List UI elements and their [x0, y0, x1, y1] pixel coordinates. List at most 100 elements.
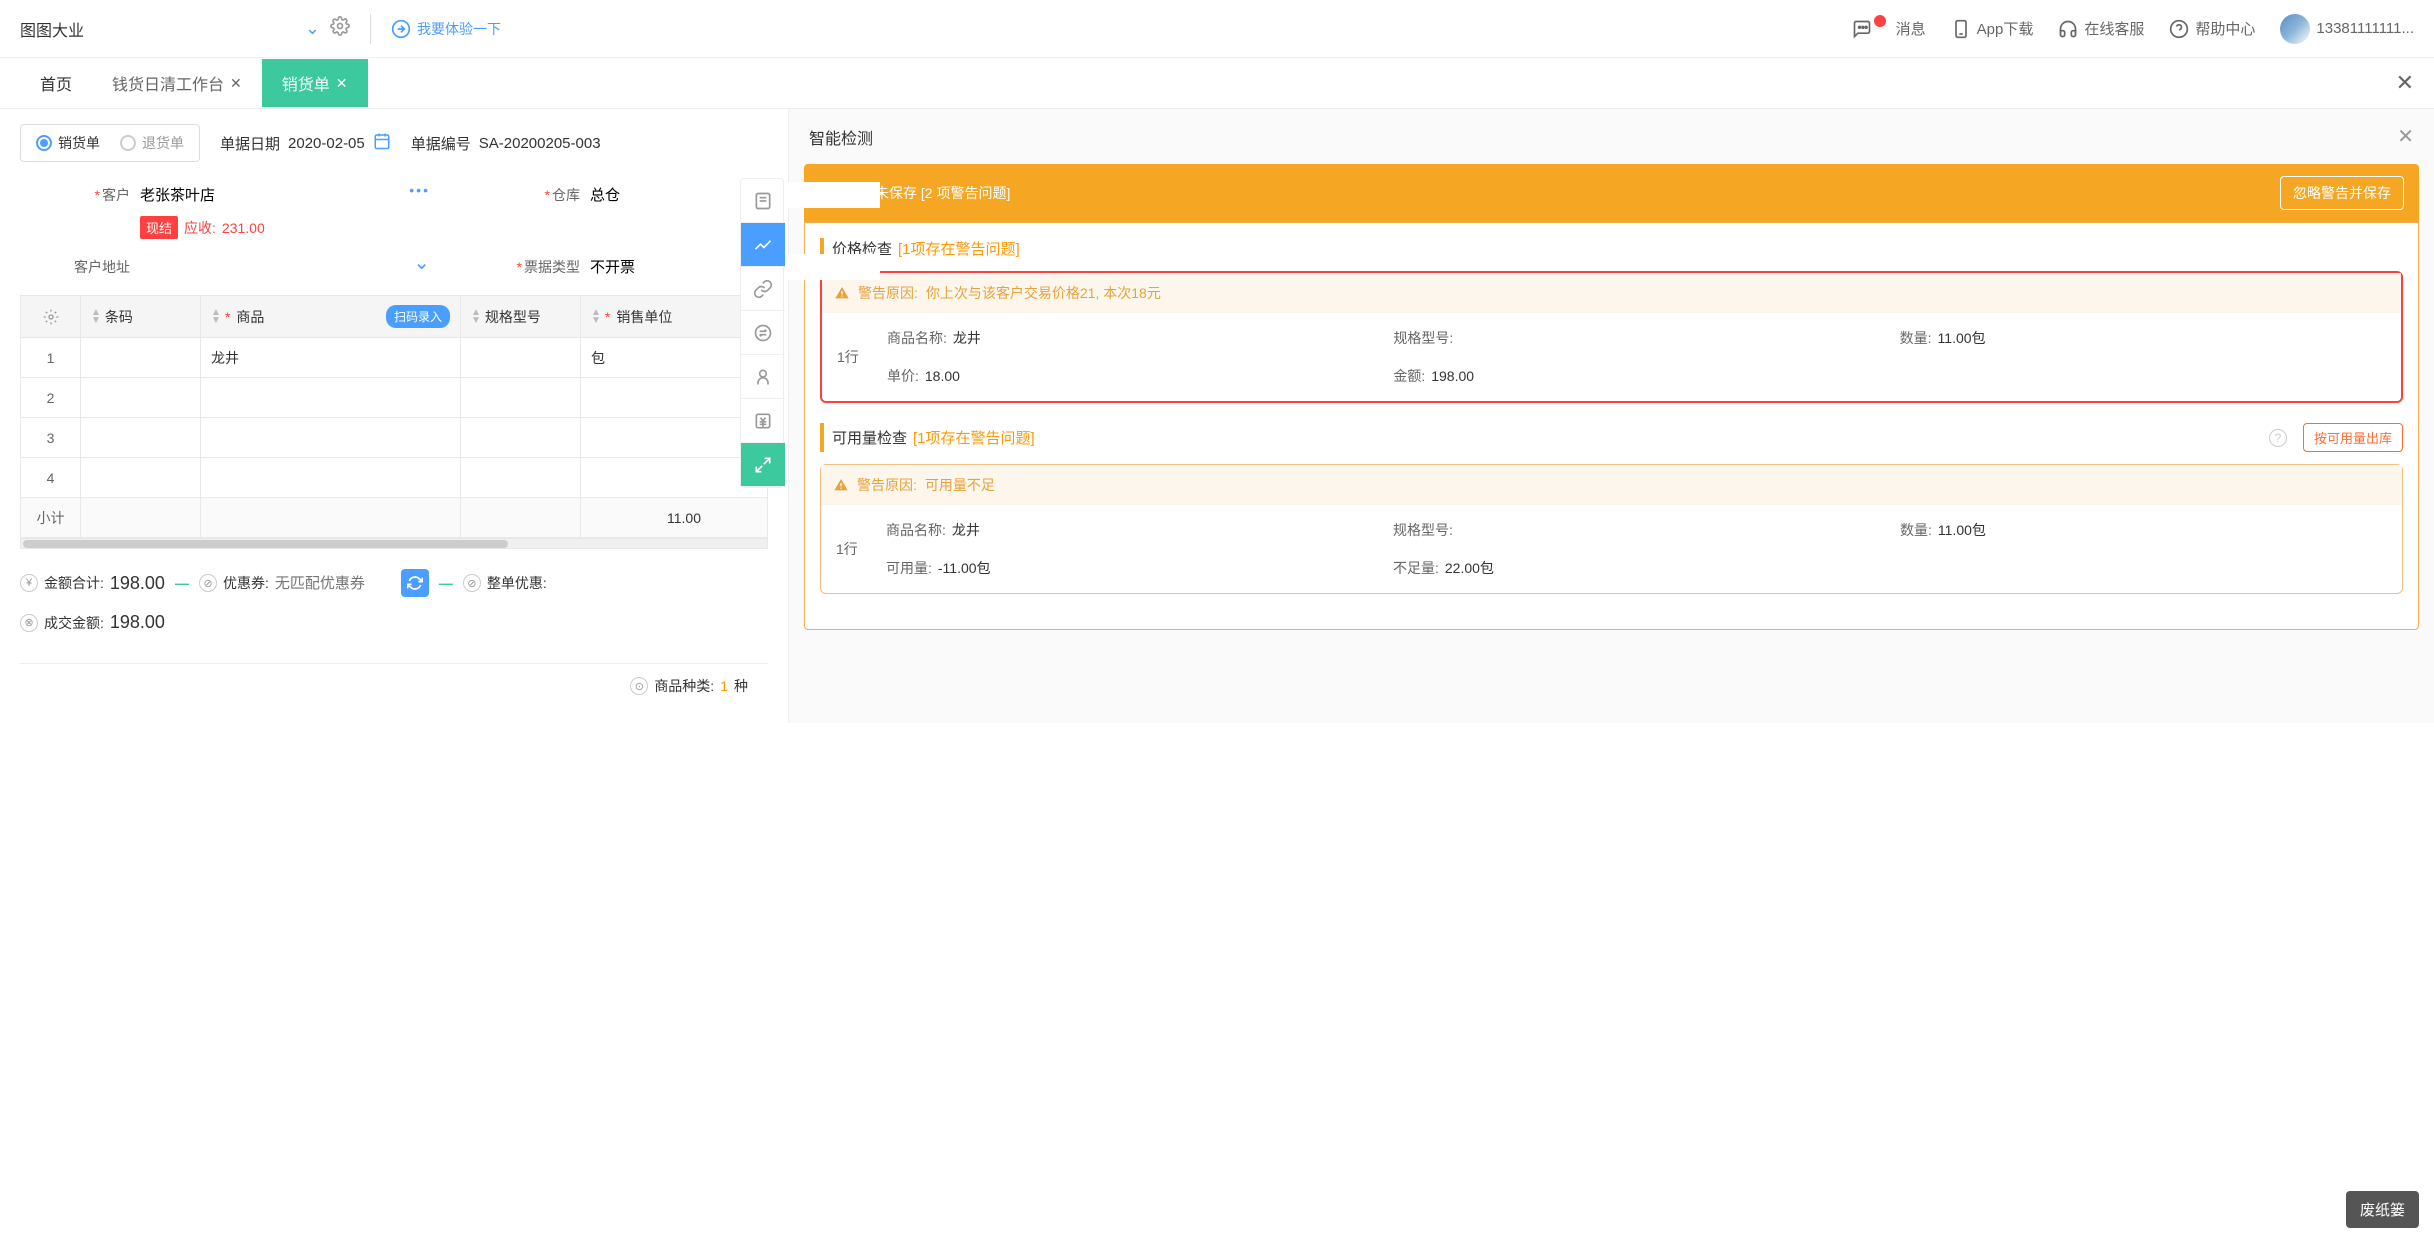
ignore-save-button[interactable]: 忽略警告并保存: [2280, 176, 2404, 210]
online-service-link[interactable]: 在线客服: [2058, 18, 2144, 39]
main-content: 销货单 退货单 单据日期 2020-02-05 单据编号 SA-20200205…: [0, 108, 2434, 723]
username-label: 13381111111...: [2316, 20, 2414, 37]
warehouse-input[interactable]: [590, 182, 880, 208]
table-row[interactable]: 1 龙井 包: [21, 338, 767, 378]
strip-exchange-icon[interactable]: [741, 311, 785, 355]
strip-doc-icon[interactable]: [741, 179, 785, 223]
detail-spec: 规格型号:: [1393, 520, 1880, 540]
receivable-label: 应收:: [184, 218, 216, 238]
strip-expand-icon[interactable]: [741, 443, 785, 487]
calendar-icon[interactable]: [373, 132, 391, 154]
notification-badge-icon: [1874, 15, 1886, 27]
customer-label: *客户: [20, 185, 140, 205]
warning-reason: 警告原因: 你上次与该客户交易价格21, 本次18元: [822, 273, 2401, 313]
price-check-section: 价格检查 [1项存在警告问题] 警告原因: 你上次与该客户交易价格21, 本次1…: [820, 238, 2403, 403]
col-unit[interactable]: ▲▼*销售单位: [581, 296, 711, 337]
top-header: 图图大业 ⌄ 我要体验一下 消息 App下载 在线客服 帮助中心 1338111…: [0, 0, 2434, 58]
table-row[interactable]: 4: [21, 458, 767, 498]
radio-return-order[interactable]: 退货单: [120, 133, 184, 153]
panel-title: 智能检测: [809, 125, 873, 149]
radio-unchecked-icon: [120, 135, 136, 151]
col-spec[interactable]: ▲▼规格型号: [461, 296, 581, 337]
detail-available: 可用量:-11.00包: [886, 558, 1373, 578]
side-icon-strip: [740, 178, 784, 488]
radio-checked-icon: [36, 135, 52, 151]
table-row[interactable]: 3: [21, 418, 767, 458]
avatar-icon: [2280, 14, 2310, 44]
minus-icon: —: [175, 575, 189, 591]
discount-icon: ⊘: [463, 574, 481, 592]
settings-gear-icon[interactable]: [330, 16, 350, 41]
radio-sales-order[interactable]: 销货单: [36, 133, 100, 153]
warning-triangle-icon: [833, 477, 849, 493]
strip-person-icon[interactable]: [741, 355, 785, 399]
detail-unit-price: 单价:18.00: [887, 366, 1373, 386]
horizontal-scrollbar[interactable]: [21, 538, 767, 548]
address-input[interactable]: [140, 254, 430, 280]
invoice-input[interactable]: [590, 254, 880, 280]
invoice-label: *票据类型: [470, 257, 590, 277]
summary-section: ¥ 金额合计: 198.00 — ⊘ 优惠券: — ⊘ 整单优惠:: [20, 569, 768, 633]
close-icon[interactable]: ✕: [230, 75, 242, 92]
messages-label: 消息: [1896, 18, 1926, 39]
trash-button[interactable]: 废纸篓: [2346, 1191, 2419, 1228]
bottom-bar: ⊙ 商品种类: 1 种: [20, 663, 768, 708]
order-discount: ⊘ 整单优惠:: [463, 573, 547, 593]
refresh-coupon-button[interactable]: [401, 569, 429, 597]
customer-input[interactable]: [140, 182, 430, 208]
company-selector[interactable]: 图图大业 ⌄: [20, 17, 320, 41]
doc-code-value: SA-20200205-003: [479, 135, 601, 152]
warning-detail: 1行 商品名称:龙井 规格型号: 数量:11.00包 可用量:-11.00包 不…: [821, 505, 2402, 593]
panel-close-icon[interactable]: ✕: [2397, 124, 2414, 149]
help-center-link[interactable]: 帮助中心: [2169, 18, 2255, 39]
tab-sales-order[interactable]: 销货单 ✕: [262, 59, 368, 107]
close-icon[interactable]: ✕: [336, 75, 348, 92]
availability-check-title: 可用量检查 [1项存在警告问题] ? 按可用量出库: [820, 423, 2403, 452]
doc-date-value[interactable]: 2020-02-05: [288, 135, 365, 152]
divider: [370, 14, 371, 44]
coupon-input[interactable]: [275, 575, 395, 592]
minus-icon: —: [439, 575, 453, 591]
col-barcode[interactable]: ▲▼条码: [81, 296, 201, 337]
warning-triangle-icon: [834, 285, 850, 301]
form-panel: 销货单 退货单 单据日期 2020-02-05 单据编号 SA-20200205…: [0, 108, 788, 723]
messages-link[interactable]: 消息: [1852, 18, 1926, 39]
user-menu[interactable]: 13381111111...: [2280, 14, 2414, 44]
app-download-label: App下载: [1977, 18, 2034, 39]
row-tag: 1行: [837, 328, 887, 386]
try-experience-link[interactable]: 我要体验一下: [391, 19, 501, 39]
availability-check-section: 可用量检查 [1项存在警告问题] ? 按可用量出库 警告原因: 可用量不足 1行: [820, 423, 2403, 594]
ship-by-available-button[interactable]: 按可用量出库: [2303, 423, 2403, 452]
scan-entry-button[interactable]: 扫码录入: [386, 305, 450, 328]
warehouse-label: *仓库: [470, 185, 590, 205]
total-amount: ¥ 金额合计: 198.00: [20, 573, 165, 594]
table-header: ▲▼条码 ▲▼*商品扫码录入 ▲▼规格型号 ▲▼*销售单位: [21, 296, 767, 338]
price-check-title: 价格检查 [1项存在警告问题]: [820, 238, 2403, 259]
table-row[interactable]: 2: [21, 378, 767, 418]
check-card: 价格检查 [1项存在警告问题] 警告原因: 你上次与该客户交易价格21, 本次1…: [804, 222, 2419, 630]
strip-currency-icon[interactable]: [741, 399, 785, 443]
col-product[interactable]: ▲▼*商品扫码录入: [201, 296, 461, 337]
detail-quantity: 数量:11.00包: [1900, 520, 2387, 540]
strip-chart-icon[interactable]: [741, 223, 785, 267]
company-name: 图图大业: [20, 17, 297, 41]
detail-amount: 金额:198.00: [1393, 366, 1879, 386]
subtotal-row: 小计 11.00: [21, 498, 767, 538]
tab-workbench[interactable]: 钱货日清工作台 ✕: [92, 59, 262, 107]
try-link-label: 我要体验一下: [417, 19, 501, 39]
doc-type-radio-group: 销货单 退货单: [20, 124, 200, 162]
receivable-value: 231.00: [222, 220, 265, 236]
tab-bar-close-icon[interactable]: ✕: [2396, 70, 2414, 96]
row-tag: 1行: [836, 520, 886, 578]
warning-detail: 1行 商品名称:龙井 规格型号: 数量:11.00包 单价:18.00 金额:1…: [822, 313, 2401, 401]
tab-home[interactable]: 首页: [20, 59, 92, 107]
app-download-link[interactable]: App下载: [1951, 18, 2034, 39]
strip-link-icon[interactable]: [741, 267, 785, 311]
help-icon[interactable]: ?: [2269, 429, 2287, 447]
detail-spec: 规格型号:: [1393, 328, 1879, 348]
detail-product-name: 商品名称:龙井: [886, 520, 1373, 540]
panel-header: 智能检测 ✕: [789, 109, 2434, 164]
warning-banner: 单据未保存 [2 项警告问题] 忽略警告并保存: [804, 164, 2419, 222]
table-settings-icon[interactable]: [21, 296, 81, 337]
warning-reason: 警告原因: 可用量不足: [821, 465, 2402, 505]
